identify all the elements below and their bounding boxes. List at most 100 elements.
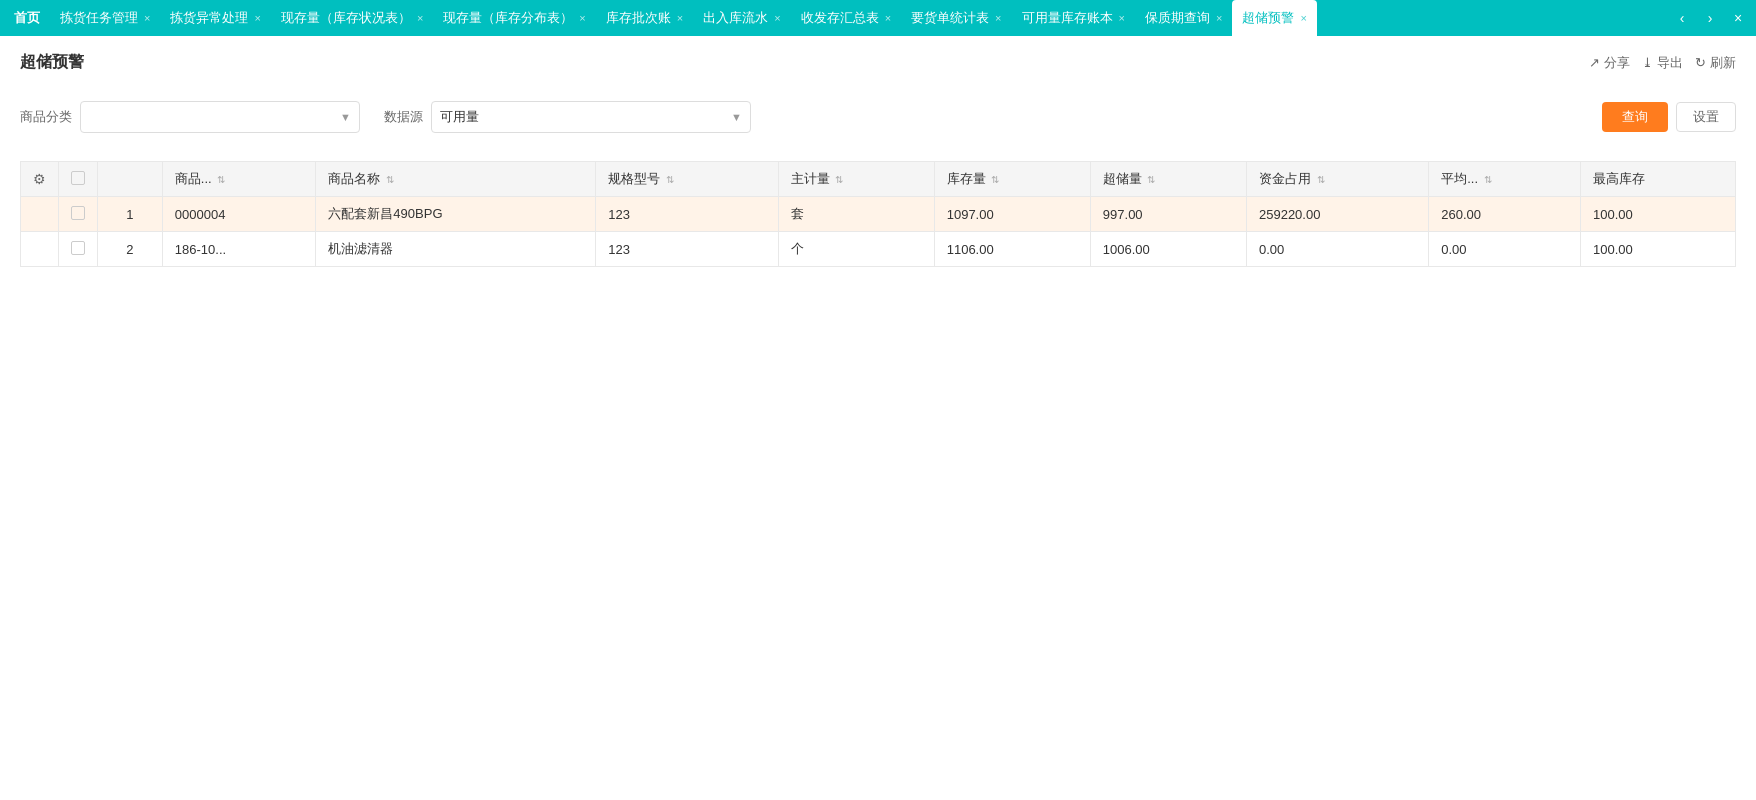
th-product-code-label: 商品...	[175, 171, 212, 186]
nav-item-available-account[interactable]: 可用量库存账本 ×	[1012, 0, 1135, 36]
nav-label-quality-check: 保质期查询	[1145, 9, 1210, 27]
category-select[interactable]: ▼	[80, 101, 360, 133]
td-checkbox-1	[59, 232, 98, 267]
table-header-row: ⚙ 商品... ⇅ 商品名称 ⇅ 规格型号 ⇅	[21, 162, 1736, 197]
td-overstock-1: 1006.00	[1090, 232, 1246, 267]
close-icon-task-mgmt[interactable]: ×	[144, 12, 150, 24]
nav-home[interactable]: 首页	[4, 0, 50, 36]
th-overstock[interactable]: 超储量 ⇅	[1090, 162, 1246, 197]
sort-icon-capital[interactable]: ⇅	[1317, 174, 1325, 185]
td-overstock-0: 997.00	[1090, 197, 1246, 232]
td-spec-1: 123	[596, 232, 778, 267]
datasource-filter-group: 数据源 可用量 ▼	[384, 101, 751, 133]
th-product-code[interactable]: 商品... ⇅	[162, 162, 316, 197]
share-button[interactable]: ↗ 分享	[1589, 54, 1630, 72]
td-unit-0: 套	[778, 197, 934, 232]
close-icon-order-stats[interactable]: ×	[995, 12, 1001, 24]
close-icon-batch-account[interactable]: ×	[677, 12, 683, 24]
th-gear: ⚙	[21, 162, 59, 197]
close-icon-overstock-warning[interactable]: ×	[1300, 12, 1306, 24]
close-icon-receive-summary[interactable]: ×	[885, 12, 891, 24]
th-avg[interactable]: 平均... ⇅	[1429, 162, 1581, 197]
nav-item-receive-summary[interactable]: 收发存汇总表 ×	[791, 0, 901, 36]
data-table: ⚙ 商品... ⇅ 商品名称 ⇅ 规格型号 ⇅	[20, 161, 1736, 267]
th-unit-label: 主计量	[791, 171, 830, 186]
nav-item-inventory-dist[interactable]: 现存量（库存分布表） ×	[433, 0, 595, 36]
th-product-name[interactable]: 商品名称 ⇅	[316, 162, 596, 197]
nav-close-button[interactable]: ×	[1724, 0, 1752, 36]
nav-label-task-mgmt: 拣货任务管理	[60, 9, 138, 27]
nav-item-quality-check[interactable]: 保质期查询 ×	[1135, 0, 1232, 36]
close-icon-exception[interactable]: ×	[254, 12, 260, 24]
category-dropdown-icon: ▼	[340, 111, 351, 123]
nav-prev-button[interactable]: ‹	[1668, 0, 1696, 36]
close-icon-available-account[interactable]: ×	[1119, 12, 1125, 24]
close-icon-inventory-status[interactable]: ×	[417, 12, 423, 24]
sort-icon-spec[interactable]: ⇅	[666, 174, 674, 185]
sort-icon-overstock[interactable]: ⇅	[1147, 174, 1155, 185]
td-stock-0: 1097.00	[934, 197, 1090, 232]
td-avg-1: 0.00	[1429, 232, 1581, 267]
th-unit[interactable]: 主计量 ⇅	[778, 162, 934, 197]
th-max-stock-label: 最高库存	[1593, 171, 1645, 186]
sort-icon-stock[interactable]: ⇅	[991, 174, 999, 185]
share-label: 分享	[1604, 54, 1630, 72]
sort-icon-product-code[interactable]: ⇅	[217, 174, 225, 185]
th-stock[interactable]: 库存量 ⇅	[934, 162, 1090, 197]
td-product-code-1: 186-10...	[162, 232, 316, 267]
close-icon-inventory-dist[interactable]: ×	[579, 12, 585, 24]
nav-label-receive-summary: 收发存汇总表	[801, 9, 879, 27]
nav-item-overstock-warning[interactable]: 超储预警 ×	[1232, 0, 1316, 36]
th-overstock-label: 超储量	[1103, 171, 1142, 186]
header-checkbox[interactable]	[71, 171, 85, 185]
datasource-select-value: 可用量	[440, 108, 479, 126]
td-stock-1: 1106.00	[934, 232, 1090, 267]
td-product-name-0: 六配套新昌490BPG	[316, 197, 596, 232]
row-checkbox-1[interactable]	[71, 241, 85, 255]
datasource-filter-label: 数据源	[384, 108, 423, 126]
nav-label-overstock-warning: 超储预警	[1242, 9, 1294, 27]
nav-item-batch-account[interactable]: 库存批次账 ×	[596, 0, 693, 36]
nav-label-inventory-status: 现存量（库存状况表）	[281, 9, 411, 27]
th-max-stock[interactable]: 最高库存	[1581, 162, 1736, 197]
settings-button[interactable]: 设置	[1676, 102, 1736, 132]
export-label: 导出	[1657, 54, 1683, 72]
nav-next-button[interactable]: ›	[1696, 0, 1724, 36]
td-gear-0	[21, 197, 59, 232]
nav-item-inventory-status[interactable]: 现存量（库存状况表） ×	[271, 0, 433, 36]
nav-label-inout-flow: 出入库流水	[703, 9, 768, 27]
category-filter-label: 商品分类	[20, 108, 72, 126]
datasource-select[interactable]: 可用量 ▼	[431, 101, 751, 133]
export-button[interactable]: ⤓ 导出	[1642, 54, 1683, 72]
category-filter-group: 商品分类 ▼	[20, 101, 360, 133]
td-capital-0: 259220.00	[1246, 197, 1428, 232]
th-capital[interactable]: 资金占用 ⇅	[1246, 162, 1428, 197]
close-icon-quality-check[interactable]: ×	[1216, 12, 1222, 24]
refresh-icon: ↻	[1695, 55, 1706, 70]
table-row: 2 186-10... 机油滤清器 123 个 1106.00 1006.00 …	[21, 232, 1736, 267]
refresh-button[interactable]: ↻ 刷新	[1695, 54, 1736, 72]
th-spec-label: 规格型号	[608, 171, 660, 186]
nav-home-label: 首页	[14, 9, 40, 27]
close-icon-inout-flow[interactable]: ×	[774, 12, 780, 24]
td-spec-0: 123	[596, 197, 778, 232]
th-spec[interactable]: 规格型号 ⇅	[596, 162, 778, 197]
th-capital-label: 资金占用	[1259, 171, 1311, 186]
td-max-stock-1: 100.00	[1581, 232, 1736, 267]
nav-item-task-mgmt[interactable]: 拣货任务管理 ×	[50, 0, 160, 36]
sort-icon-product-name[interactable]: ⇅	[386, 174, 394, 185]
th-checkbox	[59, 162, 98, 197]
row-checkbox-0[interactable]	[71, 206, 85, 220]
nav-label-available-account: 可用量库存账本	[1022, 9, 1113, 27]
nav-item-order-stats[interactable]: 要货单统计表 ×	[901, 0, 1011, 36]
th-stock-label: 库存量	[947, 171, 986, 186]
query-button[interactable]: 查询	[1602, 102, 1668, 132]
sort-icon-unit[interactable]: ⇅	[835, 174, 843, 185]
nav-label-order-stats: 要货单统计表	[911, 9, 989, 27]
td-product-code-0: 0000004	[162, 197, 316, 232]
sort-icon-avg[interactable]: ⇅	[1484, 174, 1492, 185]
gear-icon[interactable]: ⚙	[33, 171, 46, 187]
header-actions: ↗ 分享 ⤓ 导出 ↻ 刷新	[1589, 54, 1736, 72]
nav-item-exception[interactable]: 拣货异常处理 ×	[160, 0, 270, 36]
nav-item-inout-flow[interactable]: 出入库流水 ×	[693, 0, 790, 36]
